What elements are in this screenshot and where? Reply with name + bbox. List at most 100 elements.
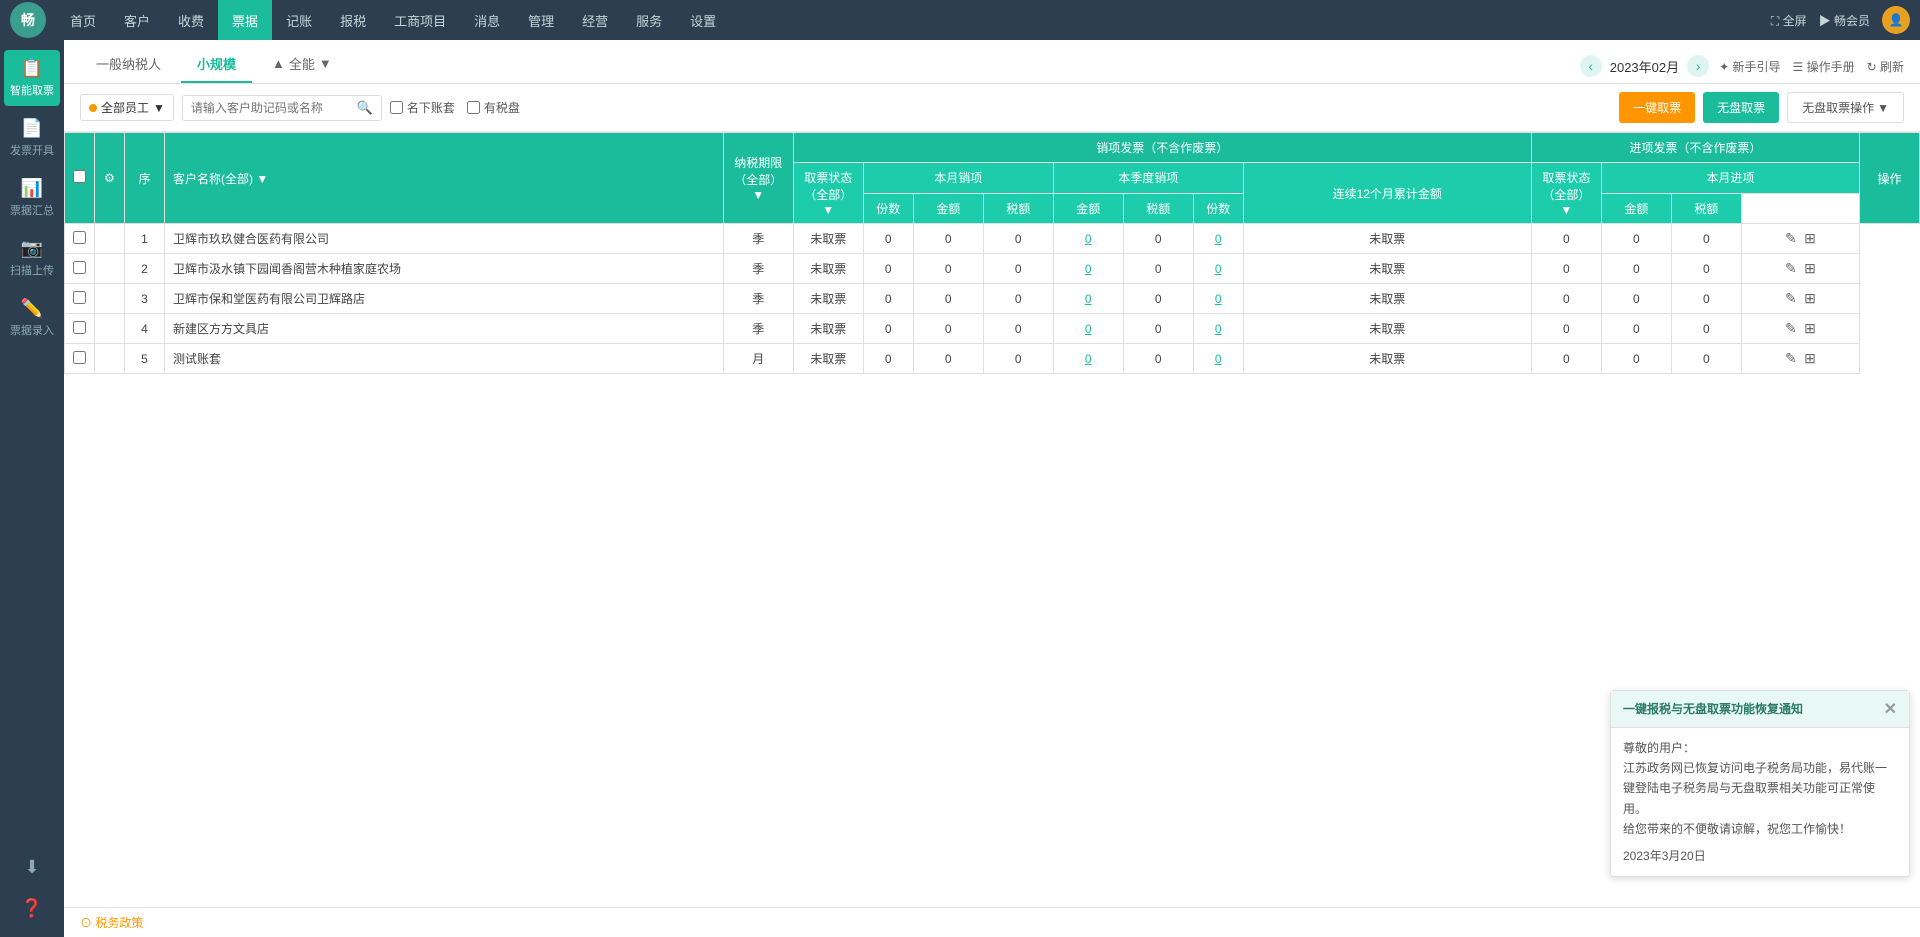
- nav-item-client[interactable]: 客户: [110, 0, 164, 40]
- notification-body: 尊敬的用户： 江苏政务网已恢复访问电子税务局功能，易代账一键登陆电子税务局与无盘…: [1611, 728, 1909, 876]
- notification-line3: 给您带来的不便敬请谅解，祝您工作愉快！: [1623, 819, 1897, 839]
- edit-icon[interactable]: ✎: [1785, 260, 1797, 276]
- row-name: 测试账套: [165, 344, 724, 374]
- guide-button[interactable]: ✦ 新手引导: [1719, 58, 1780, 75]
- filter-account-checkbox[interactable]: [390, 101, 403, 114]
- sidebar-item-summary[interactable]: 📊 票据汇总: [4, 170, 60, 226]
- row-sales-amount: 0: [913, 254, 983, 284]
- row-check[interactable]: [65, 284, 95, 314]
- tab-right: ‹ 2023年02月 › ✦ 新手引导 ☰ 操作手册 ↻ 刷新: [1580, 55, 1904, 83]
- nav-item-settings[interactable]: 设置: [676, 0, 730, 40]
- nav-item-operate[interactable]: 经营: [568, 0, 622, 40]
- row-no: 4: [125, 314, 165, 344]
- sidebar-item-bottom-settings[interactable]: ⬇: [4, 849, 60, 886]
- nav-item-manage[interactable]: 管理: [514, 0, 568, 40]
- row-check[interactable]: [65, 344, 95, 374]
- row-purchase-tax: 0: [1671, 224, 1741, 254]
- detail-icon[interactable]: ⊞: [1804, 350, 1816, 366]
- edit-icon[interactable]: ✎: [1785, 320, 1797, 336]
- search-input[interactable]: [191, 101, 353, 115]
- edit-icon[interactable]: ✎: [1785, 290, 1797, 306]
- sidebar-item-issue-invoice[interactable]: 📄 发票开具: [4, 110, 60, 166]
- employee-select[interactable]: 全部员工 ▼: [80, 94, 174, 121]
- employee-dropdown-icon: ▼: [153, 101, 165, 115]
- search-icon[interactable]: 🔍: [357, 100, 373, 116]
- tab-all[interactable]: ▲ 全能 ▼: [256, 46, 348, 83]
- detail-icon[interactable]: ⊞: [1804, 230, 1816, 246]
- no-disk-button[interactable]: 无盘取票: [1703, 92, 1779, 123]
- tab-bar: 一般纳税人 小规模 ▲ 全能 ▼ ‹ 2023年02月 › ✦ 新手引导 ☰ 操…: [64, 40, 1920, 84]
- row-quarter-amount: 0: [1053, 224, 1123, 254]
- edit-icon[interactable]: ✎: [1785, 230, 1797, 246]
- all-tab-label: 全能: [289, 54, 315, 73]
- logo-text: 畅: [21, 10, 35, 30]
- th-purchase-tax: 税额: [1671, 193, 1741, 224]
- row-check[interactable]: [65, 224, 95, 254]
- filter-taxdisk[interactable]: 有税盘: [467, 99, 520, 116]
- nav-right: ⛶ 全屏 ▶ 畅会员 👤: [1771, 6, 1910, 34]
- row-sales-tax: 0: [983, 344, 1053, 374]
- filter-taxdisk-label: 有税盘: [484, 99, 520, 116]
- nav-item-message[interactable]: 消息: [460, 0, 514, 40]
- row-quarter-amount: 0: [1053, 314, 1123, 344]
- select-all-checkbox[interactable]: [73, 170, 86, 183]
- next-month-button[interactable]: ›: [1687, 55, 1709, 77]
- nav-item-commerce[interactable]: 工商项目: [380, 0, 460, 40]
- row-sales-amount: 0: [913, 314, 983, 344]
- row-purchase-tax: 0: [1671, 284, 1741, 314]
- no-disk-ops-button[interactable]: 无盘取票操作 ▼: [1787, 92, 1904, 123]
- row-quarter-amount: 0: [1053, 344, 1123, 374]
- scan-icon: 📷: [21, 238, 43, 259]
- detail-icon[interactable]: ⊞: [1804, 260, 1816, 276]
- fullscreen-button[interactable]: ⛶ 全屏: [1771, 12, 1807, 29]
- nav-item-fee[interactable]: 收费: [164, 0, 218, 40]
- th-sales-amount: 金额: [913, 193, 983, 224]
- date-nav: ‹ 2023年02月 ›: [1580, 55, 1709, 77]
- row-name: 卫辉市保和堂医药有限公司卫辉路店: [165, 284, 724, 314]
- tax-policy-link[interactable]: ⊙ 税务政策: [80, 914, 143, 931]
- nav-item-home[interactable]: 首页: [56, 0, 110, 40]
- current-date: 2023年02月: [1610, 57, 1679, 76]
- sidebar-item-help[interactable]: ❓: [4, 890, 60, 927]
- filter-taxdisk-checkbox[interactable]: [467, 101, 480, 114]
- prev-month-button[interactable]: ‹: [1580, 55, 1602, 77]
- row-check[interactable]: [65, 254, 95, 284]
- row-purchase-num: 0: [1531, 224, 1601, 254]
- edit-icon[interactable]: ✎: [1785, 350, 1797, 366]
- refresh-button[interactable]: ↻ 刷新: [1867, 58, 1904, 75]
- sidebar-item-entry[interactable]: ✏️ 票据录入: [4, 290, 60, 346]
- nav-item-tax[interactable]: 报税: [326, 0, 380, 40]
- notification-date: 2023年3月20日: [1623, 846, 1897, 866]
- sidebar-item-smart-invoice[interactable]: 📋 智能取票: [4, 50, 60, 106]
- row-period: 月: [723, 344, 793, 374]
- th-purchase-header: 进项发票（不含作废票）: [1531, 133, 1859, 163]
- row-quarter-amount: 0: [1053, 284, 1123, 314]
- th-settings: ⚙: [95, 133, 125, 224]
- avatar[interactable]: 👤: [1882, 6, 1910, 34]
- notification-close-button[interactable]: ✕: [1884, 699, 1897, 719]
- no-disk-ops-label: 无盘取票操作: [1802, 99, 1874, 116]
- nav-item-invoice[interactable]: 票据: [218, 0, 272, 40]
- row-settings: [95, 344, 125, 374]
- detail-icon[interactable]: ⊞: [1804, 320, 1816, 336]
- tab-small-scale[interactable]: 小规模: [181, 46, 252, 83]
- row-sales-status: 未取票: [793, 254, 863, 284]
- row-quarter-tax: 0: [1123, 224, 1193, 254]
- row-cumulative: 0: [1193, 344, 1243, 374]
- nav-item-account[interactable]: 记账: [272, 0, 326, 40]
- row-quarter-tax: 0: [1123, 254, 1193, 284]
- sidebar-item-scan[interactable]: 📷 扫描上传: [4, 230, 60, 286]
- one-click-button[interactable]: 一键取票: [1619, 92, 1695, 123]
- tab-general-taxpayer[interactable]: 一般纳税人: [80, 46, 177, 83]
- row-check[interactable]: [65, 314, 95, 344]
- filter-account[interactable]: 名下账套: [390, 99, 455, 116]
- row-period: 季: [723, 254, 793, 284]
- th-actions: 操作: [1860, 133, 1920, 224]
- member-button[interactable]: ▶ 畅会员: [1819, 12, 1870, 29]
- manual-button[interactable]: ☰ 操作手册: [1793, 58, 1855, 75]
- table-body: 1 卫辉市玖玖健合医药有限公司 季 未取票 0 0 0 0 0 0 未取票 0 …: [65, 224, 1920, 374]
- detail-icon[interactable]: ⊞: [1804, 290, 1816, 306]
- nav-item-service[interactable]: 服务: [622, 0, 676, 40]
- row-sales-status: 未取票: [793, 344, 863, 374]
- th-period: 纳税期限（全部）▼: [723, 133, 793, 224]
